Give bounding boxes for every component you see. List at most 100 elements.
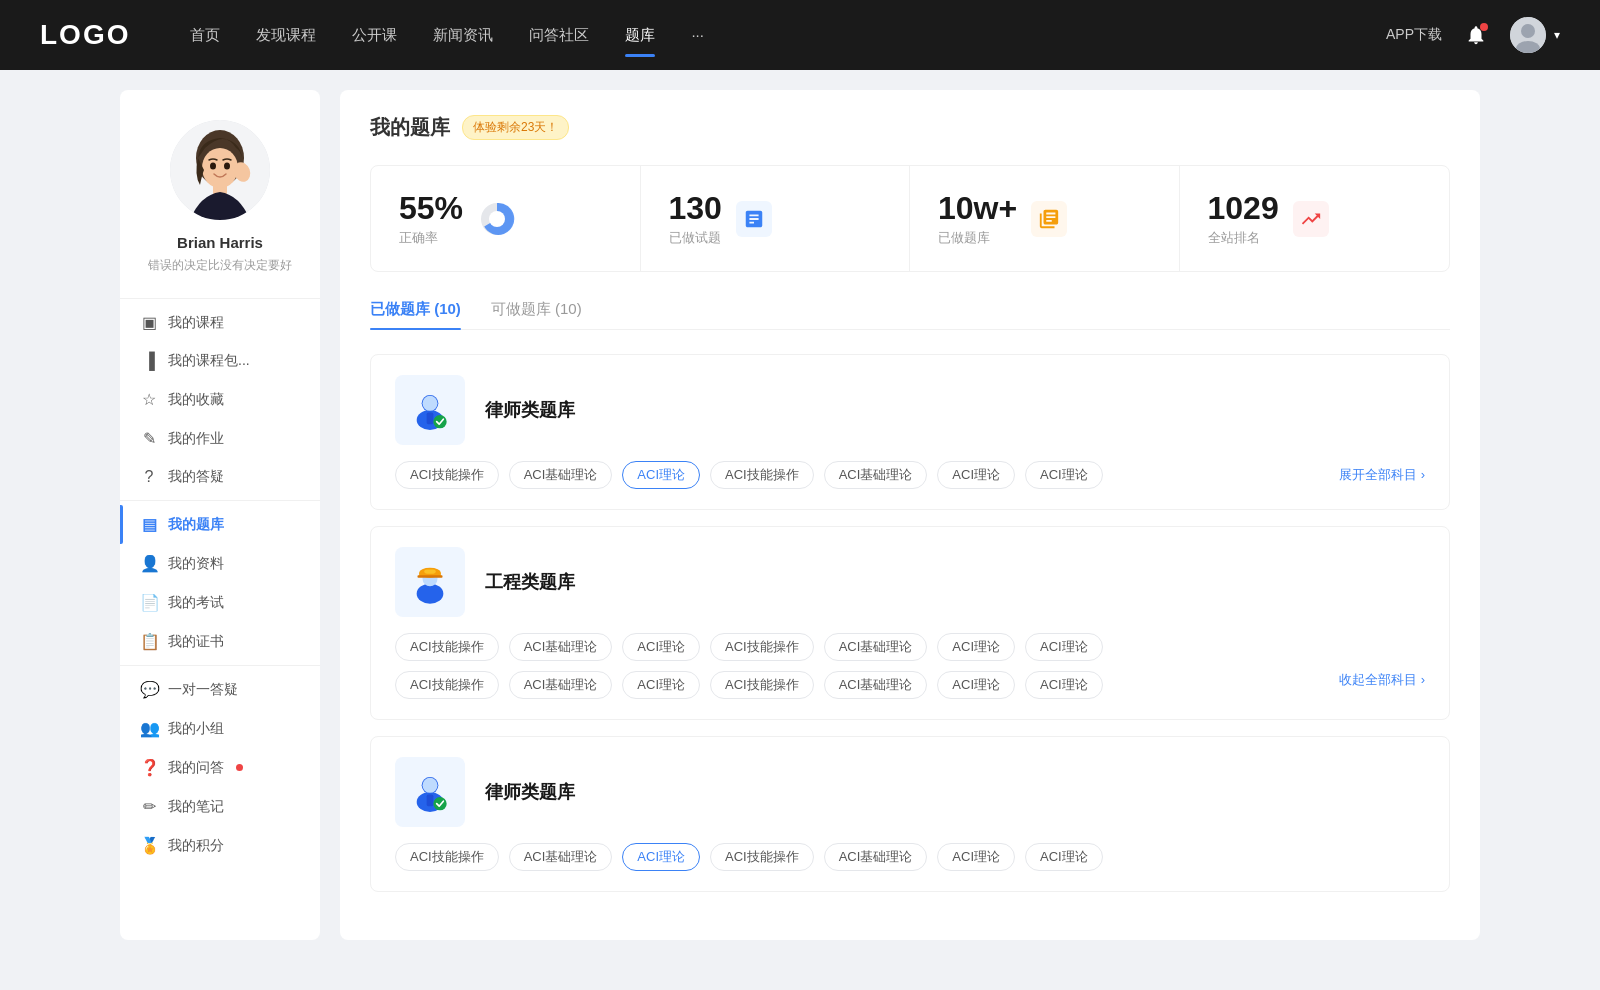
svg-point-14 [423,396,438,411]
subject-title-engineer-1: 工程类题库 [485,570,575,594]
notification-bell[interactable] [1462,21,1490,49]
stat-done-banks-label: 已做题库 [938,229,1017,247]
stat-done-questions: 130 已做试题 [641,166,911,271]
sidebar: Brian Harris 错误的决定比没有决定要好 ▣ 我的课程 ▐ 我的课程包… [120,90,320,940]
nav-home[interactable]: 首页 [190,22,220,49]
stat-accuracy-label: 正确率 [399,229,463,247]
sidebar-item-my-bank[interactable]: ▤ 我的题库 [120,505,320,544]
engineer-icon [395,547,465,617]
tags-row-lawyer-1: ACI技能操作 ACI基础理论 ACI理论 ACI技能操作 ACI基础理论 AC… [395,461,1425,489]
tag[interactable]: ACI技能操作 [710,633,814,661]
nav-more[interactable]: ··· [691,22,704,49]
nav-discover[interactable]: 发现课程 [256,22,316,49]
tag[interactable]: ACI技能操作 [395,461,499,489]
tag[interactable]: ACI基础理论 [509,461,613,489]
one-on-one-icon: 💬 [140,680,158,699]
sidebar-items-list: ▣ 我的课程 ▐ 我的课程包... ☆ 我的收藏 ✎ 我的作业 ? 我的答疑 ▤ [120,303,320,865]
tag[interactable]: ACI基础理论 [824,671,928,699]
sidebar-item-my-profile[interactable]: 👤 我的资料 [120,544,320,583]
tag[interactable]: ACI基础理论 [824,461,928,489]
sidebar-item-label: 一对一答疑 [168,681,238,699]
sidebar-item-my-notes[interactable]: ✏ 我的笔记 [120,787,320,826]
sidebar-item-my-course-pack[interactable]: ▐ 我的课程包... [120,342,320,380]
subject-title-lawyer-2: 律师类题库 [485,780,575,804]
tag[interactable]: ACI技能操作 [710,671,814,699]
qa-notification-dot [236,764,243,771]
tag[interactable]: ACI理论 [622,633,700,661]
sidebar-item-my-exam[interactable]: 📄 我的考试 [120,583,320,622]
sidebar-item-label: 我的小组 [168,720,224,738]
logo[interactable]: LOGO [40,19,130,51]
tag[interactable]: ACI技能操作 [710,843,814,871]
tab-done-banks[interactable]: 已做题库 (10) [370,300,461,329]
subject-card-engineer-1: 工程类题库 ACI技能操作 ACI基础理论 ACI理论 ACI技能操作 ACI基… [370,526,1450,720]
tag[interactable]: ACI技能操作 [710,461,814,489]
nav-right: APP下载 ▾ [1386,17,1560,53]
my-qa2-icon: ❓ [140,758,158,777]
tag[interactable]: ACI基础理论 [509,633,613,661]
collapse-link-engineer-1[interactable]: 收起全部科目 › [1339,671,1425,699]
tag[interactable]: ACI理论 [1025,633,1103,661]
tag[interactable]: ACI基础理论 [824,843,928,871]
sidebar-item-my-favorites[interactable]: ☆ 我的收藏 [120,380,320,419]
tag-active[interactable]: ACI理论 [622,461,700,489]
tag[interactable]: ACI理论 [937,843,1015,871]
nav-opencourse[interactable]: 公开课 [352,22,397,49]
sidebar-item-label: 我的课程 [168,314,224,332]
nav-news[interactable]: 新闻资讯 [433,22,493,49]
sidebar-item-label: 我的资料 [168,555,224,573]
nav-qa[interactable]: 问答社区 [529,22,589,49]
stat-rank-label: 全站排名 [1208,229,1279,247]
expand-link-lawyer-1[interactable]: 展开全部科目 › [1339,466,1425,484]
tag[interactable]: ACI理论 [1025,671,1103,699]
app-download-link[interactable]: APP下载 [1386,26,1442,44]
rank-icon [1293,201,1329,237]
page-title: 我的题库 [370,114,450,141]
my-cert-icon: 📋 [140,632,158,651]
tag[interactable]: ACI技能操作 [395,633,499,661]
nav-links: 首页 发现课程 公开课 新闻资讯 问答社区 题库 ··· [190,22,1386,49]
tag[interactable]: ACI理论 [937,633,1015,661]
tag[interactable]: ACI技能操作 [395,843,499,871]
tag-active[interactable]: ACI理论 [622,843,700,871]
tag[interactable]: ACI理论 [1025,843,1103,871]
tag[interactable]: ACI理论 [937,461,1015,489]
tag[interactable]: ACI理论 [622,671,700,699]
question-tabs: 已做题库 (10) 可做题库 (10) [370,300,1450,330]
tag[interactable]: ACI基础理论 [509,671,613,699]
sidebar-item-label: 我的问答 [168,759,224,777]
stat-rank: 1029 全站排名 [1180,166,1450,271]
user-avatar-wrapper[interactable]: ▾ [1510,17,1560,53]
tab-available-banks[interactable]: 可做题库 (10) [491,300,582,329]
sidebar-item-my-group[interactable]: 👥 我的小组 [120,709,320,748]
sidebar-item-label: 我的证书 [168,633,224,651]
sidebar-item-label: 我的收藏 [168,391,224,409]
my-group-icon: 👥 [140,719,158,738]
sidebar-item-my-points[interactable]: 🏅 我的积分 [120,826,320,865]
sidebar-item-my-cert[interactable]: 📋 我的证书 [120,622,320,661]
tags-row-engineer-1-row1: ACI技能操作 ACI基础理论 ACI理论 ACI技能操作 ACI基础理论 AC… [395,633,1425,661]
tag[interactable]: ACI理论 [1025,461,1103,489]
tag[interactable]: ACI理论 [937,671,1015,699]
tag[interactable]: ACI基础理论 [824,633,928,661]
stat-done-questions-value: 130 [669,190,722,227]
sidebar-item-my-course[interactable]: ▣ 我的课程 [120,303,320,342]
stat-done-banks-value: 10w+ [938,190,1017,227]
my-bank-icon: ▤ [140,515,158,534]
profile-motto: 错误的决定比没有决定要好 [138,257,302,274]
sidebar-item-my-qa[interactable]: ? 我的答疑 [120,458,320,496]
svg-rect-22 [418,575,443,578]
lawyer-icon [395,375,465,445]
nav-bank[interactable]: 题库 [625,22,655,49]
svg-rect-15 [427,413,434,425]
my-notes-icon: ✏ [140,797,158,816]
tag[interactable]: ACI基础理论 [509,843,613,871]
sidebar-item-my-qa2[interactable]: ❓ 我的问答 [120,748,320,787]
my-homework-icon: ✎ [140,429,158,448]
stat-accuracy-value: 55% [399,190,463,227]
sidebar-item-my-homework[interactable]: ✎ 我的作业 [120,419,320,458]
sidebar-item-label: 我的考试 [168,594,224,612]
svg-point-11 [489,211,505,227]
sidebar-item-one-on-one[interactable]: 💬 一对一答疑 [120,670,320,709]
tag[interactable]: ACI技能操作 [395,671,499,699]
